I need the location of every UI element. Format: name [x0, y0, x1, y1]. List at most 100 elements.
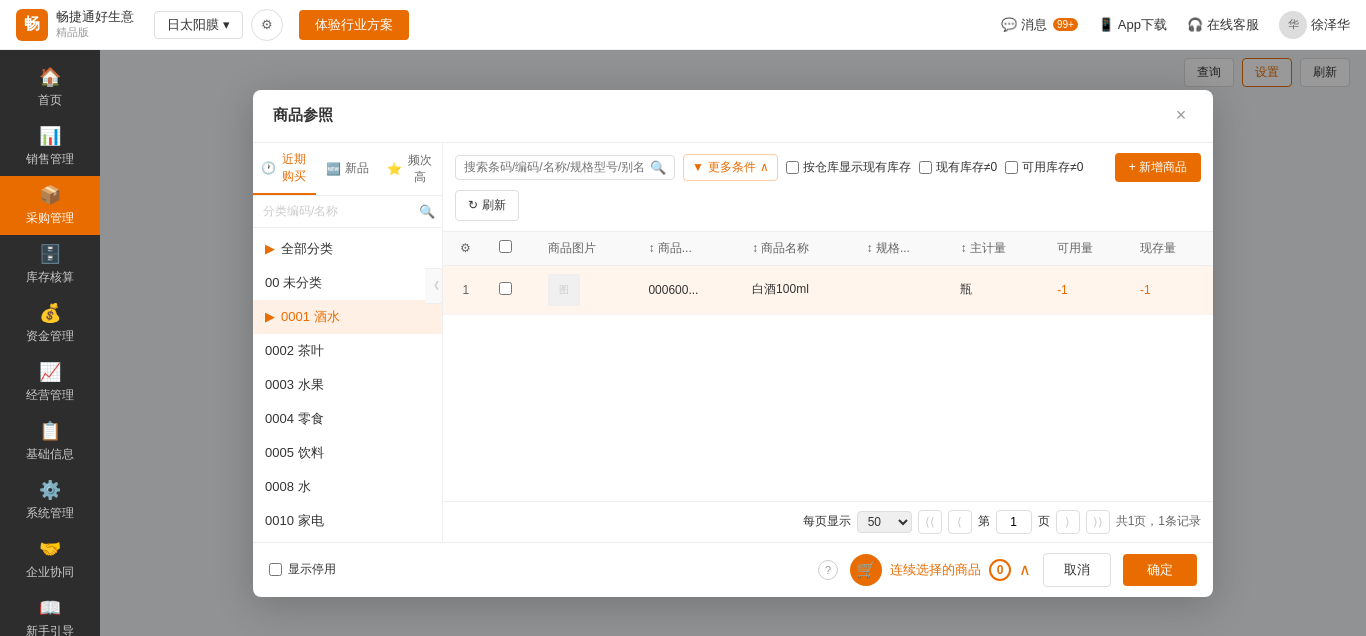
- category-search-input[interactable]: [263, 204, 413, 218]
- prev-page-button[interactable]: ⟨: [948, 510, 972, 534]
- usable-stock-checkbox[interactable]: 可用库存≠0: [1005, 159, 1083, 176]
- chevron-down-icon: ▾: [223, 17, 230, 32]
- message-icon: 💬: [1001, 17, 1017, 32]
- cell-name: 白酒100ml: [742, 265, 857, 314]
- gear-button[interactable]: ⚙: [251, 9, 283, 41]
- category-label: 0010 家电: [265, 512, 324, 530]
- cell-available: -1: [1047, 265, 1130, 314]
- tab-new-product[interactable]: 🆕 新品: [316, 143, 379, 195]
- confirm-button[interactable]: 确定: [1123, 554, 1197, 586]
- cell-code: 000600...: [638, 265, 742, 314]
- first-page-button[interactable]: ⟨⟨: [918, 510, 942, 534]
- col-settings[interactable]: ⚙: [443, 232, 489, 266]
- user-menu[interactable]: 华 徐泽华: [1279, 11, 1350, 39]
- operations-icon: 📈: [39, 361, 61, 383]
- sidebar-item-cooperation[interactable]: 🤝 企业协同: [0, 530, 100, 589]
- next-page-button[interactable]: ⟩: [1056, 510, 1080, 534]
- col-unit[interactable]: ↕ 主计量: [950, 232, 1047, 266]
- sidebar-item-operations[interactable]: 📈 经营管理: [0, 353, 100, 412]
- frequent-icon: ⭐: [387, 162, 402, 176]
- sidebar-item-basic[interactable]: 📋 基础信息: [0, 412, 100, 471]
- category-label: 0003 水果: [265, 376, 324, 394]
- page-number-input[interactable]: [996, 510, 1032, 534]
- app-download-label: App下载: [1118, 16, 1167, 34]
- cancel-button[interactable]: 取消: [1043, 553, 1111, 587]
- finance-icon: 💰: [39, 302, 61, 324]
- category-item-0001[interactable]: ▶ 0001 酒水: [253, 300, 442, 334]
- expand-icon: ▶: [265, 241, 275, 256]
- usable-stock-input[interactable]: [1005, 161, 1018, 174]
- logo-text-wrap: 畅捷通好生意 精品版: [56, 9, 134, 41]
- col-checkbox[interactable]: [489, 232, 538, 266]
- category-item-0004[interactable]: 0004 零食: [253, 402, 442, 436]
- trial-button[interactable]: 体验行业方案: [299, 10, 409, 40]
- category-label: 0004 零食: [265, 410, 324, 428]
- headset-icon: 🎧: [1187, 17, 1203, 32]
- recent-label: 近期购买: [280, 151, 308, 185]
- col-spec[interactable]: ↕ 规格...: [857, 232, 951, 266]
- sidebar-item-purchase[interactable]: 📦 采购管理: [0, 176, 100, 235]
- collapse-sidebar-button[interactable]: 《: [425, 268, 443, 304]
- product-table-wrap: ⚙ 商品图片 ↕ 商品... ↕ 商品名称 ↕ 规格... ↕ 主计量 可用量: [443, 232, 1213, 501]
- select-all-checkbox[interactable]: [499, 240, 512, 253]
- warehouse-checkbox-input[interactable]: [786, 161, 799, 174]
- col-available: 可用量: [1047, 232, 1130, 266]
- app-download-button[interactable]: 📱 App下载: [1098, 16, 1167, 34]
- available-stock-input[interactable]: [919, 161, 932, 174]
- message-label: 消息: [1021, 16, 1047, 34]
- category-label: 00 未分类: [265, 274, 322, 292]
- sidebar-item-guide[interactable]: 📖 新手引导: [0, 589, 100, 636]
- category-item-0005[interactable]: 0005 饮料: [253, 436, 442, 470]
- purchase-icon: 📦: [39, 184, 61, 206]
- sidebar-item-home[interactable]: 🏠 首页: [0, 58, 100, 117]
- tab-frequent[interactable]: ⭐ 频次高: [379, 143, 442, 195]
- dialog-close-button[interactable]: ×: [1169, 104, 1193, 128]
- help-button[interactable]: ?: [818, 560, 838, 580]
- category-label: 0008 水: [265, 478, 311, 496]
- cell-checkbox[interactable]: [489, 265, 538, 314]
- sidebar-item-system[interactable]: ⚙️ 系统管理: [0, 471, 100, 530]
- app-edition: 精品版: [56, 25, 134, 40]
- category-item-0010[interactable]: 0010 家电: [253, 504, 442, 538]
- table-row[interactable]: 1 图 000600... 白酒100ml 瓶: [443, 265, 1213, 314]
- store-selector[interactable]: 日太阳膜 ▾: [154, 11, 243, 39]
- system-icon: ⚙️: [39, 479, 61, 501]
- last-page-button[interactable]: ⟩⟩: [1086, 510, 1110, 534]
- warehouse-label: 按仓库显示现有库存: [803, 159, 911, 176]
- product-search-input[interactable]: [464, 160, 644, 174]
- content-area: 🔍 ▼ 更多条件 ∧ 按仓库显示现有库存: [443, 143, 1213, 542]
- collapse-cart-button[interactable]: ∧: [1019, 560, 1031, 579]
- per-page-select[interactable]: 50 100 200: [857, 511, 912, 533]
- show-disabled-input[interactable]: [269, 563, 282, 576]
- sidebar-item-sales[interactable]: 📊 销售管理: [0, 117, 100, 176]
- search-icon[interactable]: 🔍: [650, 160, 666, 175]
- add-product-button[interactable]: + 新增商品: [1115, 153, 1201, 182]
- cart-icon[interactable]: 🛒: [850, 554, 882, 586]
- col-code[interactable]: ↕ 商品...: [638, 232, 742, 266]
- toolbar: 🔍 ▼ 更多条件 ∧ 按仓库显示现有库存: [443, 143, 1213, 232]
- category-item-0002[interactable]: 0002 茶叶: [253, 334, 442, 368]
- show-disabled-checkbox[interactable]: 显示停用: [269, 561, 336, 578]
- refresh-button[interactable]: ↻ 刷新: [455, 190, 519, 221]
- app-name: 畅捷通好生意: [56, 9, 134, 26]
- category-item-0008[interactable]: 0008 水: [253, 470, 442, 504]
- sidebar-item-inventory[interactable]: 🗄️ 库存核算: [0, 235, 100, 294]
- category-list: ▶ 全部分类 00 未分类 ▶ 0001 酒水 0002 茶: [253, 228, 442, 542]
- available-stock-checkbox[interactable]: 现有库存≠0: [919, 159, 997, 176]
- product-table: ⚙ 商品图片 ↕ 商品... ↕ 商品名称 ↕ 规格... ↕ 主计量 可用量: [443, 232, 1213, 315]
- tab-recent-purchase[interactable]: 🕐 近期购买: [253, 143, 316, 195]
- cart-section: 🛒 连续选择的商品 0 ∧: [850, 554, 1031, 586]
- category-item-00[interactable]: 00 未分类: [253, 266, 442, 300]
- row-checkbox[interactable]: [499, 282, 512, 295]
- more-filter-button[interactable]: ▼ 更多条件 ∧: [683, 154, 778, 181]
- messages-button[interactable]: 💬 消息 99+: [1001, 16, 1078, 34]
- warehouse-display-checkbox[interactable]: 按仓库显示现有库存: [786, 159, 911, 176]
- col-name[interactable]: ↕ 商品名称: [742, 232, 857, 266]
- category-item-all[interactable]: ▶ 全部分类: [253, 232, 442, 266]
- sidebar-item-label: 资金管理: [26, 328, 74, 345]
- home-icon: 🏠: [39, 66, 61, 88]
- category-item-0003[interactable]: 0003 水果: [253, 368, 442, 402]
- online-service-button[interactable]: 🎧 在线客服: [1187, 16, 1259, 34]
- cell-stock: -1: [1130, 265, 1213, 314]
- sidebar-item-finance[interactable]: 💰 资金管理: [0, 294, 100, 353]
